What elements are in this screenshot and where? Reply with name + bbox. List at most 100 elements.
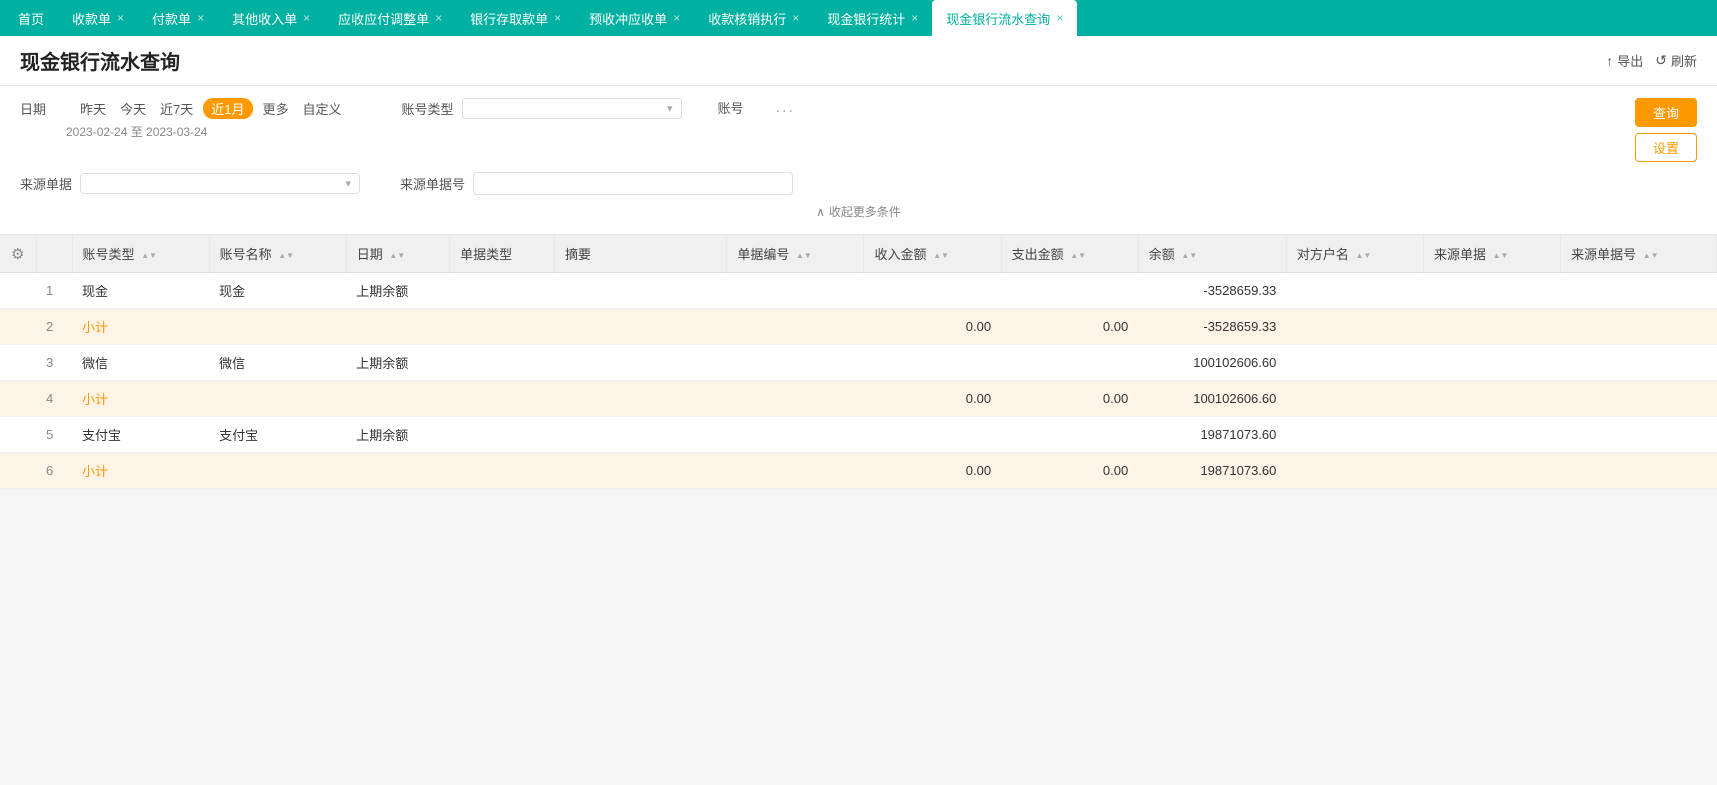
th-account-name: 账号名称 ▲▼ xyxy=(209,235,346,273)
table-cell xyxy=(864,417,1001,453)
collapse-up-icon: ∧ xyxy=(816,205,825,219)
table-cell xyxy=(450,453,555,489)
nav-home[interactable]: 首页 xyxy=(4,0,58,36)
table-cell xyxy=(346,309,449,345)
account-more-icon[interactable]: ... xyxy=(776,99,795,117)
collapse-bar[interactable]: ∧ 收起更多条件 xyxy=(20,199,1697,226)
date-shortcut-more[interactable]: 更多 xyxy=(259,98,293,119)
table-cell xyxy=(450,273,555,309)
table-cell: 2 xyxy=(36,309,72,345)
table-cell xyxy=(450,309,555,345)
date-range-text: 2023-02-24 至 2023-03-24 xyxy=(66,125,207,139)
sort-icon[interactable]: ▲▼ xyxy=(1643,251,1659,260)
date-shortcut-yesterday[interactable]: 昨天 xyxy=(76,98,110,119)
table-cell xyxy=(727,381,864,417)
account-label: 账号 xyxy=(718,98,768,117)
table-cell xyxy=(209,453,346,489)
table-row: 3微信微信上期余额100102606.60 xyxy=(0,345,1717,381)
close-icon[interactable]: × xyxy=(303,11,310,25)
close-icon[interactable]: × xyxy=(197,11,204,25)
table-row: 2小计0.000.00-3528659.33 xyxy=(0,309,1717,345)
sort-icon[interactable]: ▲▼ xyxy=(1356,251,1372,260)
table-cell: 100102606.60 xyxy=(1138,381,1286,417)
table-row: 4小计0.000.00100102606.60 xyxy=(0,381,1717,417)
nav-tab-7[interactable]: 现金银行统计 × xyxy=(813,0,932,36)
th-doc-no: 单据编号 ▲▼ xyxy=(727,235,864,273)
table-cell: 小计 xyxy=(72,453,209,489)
sort-icon[interactable]: ▲▼ xyxy=(796,251,812,260)
settings-button[interactable]: 设置 xyxy=(1635,133,1697,162)
date-shortcut-1month[interactable]: 近1月 xyxy=(203,98,252,119)
close-icon[interactable]: × xyxy=(435,11,442,25)
page-header: 现金银行流水查询 ↑ 导出 ↺ 刷新 xyxy=(0,36,1717,86)
table-cell: 0.00 xyxy=(1001,453,1138,489)
nav-tab-4[interactable]: 银行存取款单 × xyxy=(456,0,575,36)
table-cell xyxy=(450,417,555,453)
table-cell xyxy=(1286,273,1423,309)
date-shortcut-today[interactable]: 今天 xyxy=(116,98,150,119)
table-cell xyxy=(0,453,36,489)
table-cell: 19871073.60 xyxy=(1138,453,1286,489)
table-cell: 上期余额 xyxy=(346,273,449,309)
table-container: ⚙ 账号类型 ▲▼ 账号名称 ▲▼ 日期 ▲▼ 单据类型 摘要 单 xyxy=(0,235,1717,489)
table-cell: 支付宝 xyxy=(72,417,209,453)
table-body: 1现金现金上期余额-3528659.332小计0.000.00-3528659.… xyxy=(0,273,1717,489)
date-shortcut-7days[interactable]: 近7天 xyxy=(156,98,197,119)
close-icon[interactable]: × xyxy=(673,11,680,25)
table-cell: 0.00 xyxy=(1001,309,1138,345)
close-icon[interactable]: × xyxy=(554,11,561,25)
table-cell: 19871073.60 xyxy=(1138,417,1286,453)
table-cell xyxy=(555,417,727,453)
nav-tab-2[interactable]: 其他收入单 × xyxy=(218,0,324,36)
th-doc-type: 单据类型 xyxy=(450,235,555,273)
sort-icon[interactable]: ▲▼ xyxy=(1181,251,1197,260)
table-cell xyxy=(1424,345,1561,381)
table-cell xyxy=(727,453,864,489)
table-cell xyxy=(1286,381,1423,417)
table-cell xyxy=(1424,417,1561,453)
source-doc-no-input[interactable] xyxy=(473,172,793,195)
table-cell xyxy=(450,381,555,417)
nav-tab-6[interactable]: 收款核销执行 × xyxy=(694,0,813,36)
export-button[interactable]: ↑ 导出 xyxy=(1606,51,1643,70)
table-cell xyxy=(1424,381,1561,417)
refresh-button[interactable]: ↺ 刷新 xyxy=(1655,51,1697,70)
table-cell xyxy=(1424,453,1561,489)
sort-icon[interactable]: ▲▼ xyxy=(141,251,157,260)
table-cell: 现金 xyxy=(72,273,209,309)
query-button[interactable]: 查询 xyxy=(1635,98,1697,127)
nav-tab-0[interactable]: 收款单 × xyxy=(58,0,138,36)
table-cell xyxy=(209,381,346,417)
table-cell: 支付宝 xyxy=(209,417,346,453)
sort-icon[interactable]: ▲▼ xyxy=(278,251,294,260)
nav-tab-5[interactable]: 预收冲应收单 × xyxy=(575,0,694,36)
th-expense: 支出金额 ▲▼ xyxy=(1001,235,1138,273)
table-cell: 微信 xyxy=(209,345,346,381)
sort-icon[interactable]: ▲▼ xyxy=(1493,251,1509,260)
date-shortcut-custom[interactable]: 自定义 xyxy=(299,98,346,119)
nav-tab-1[interactable]: 付款单 × xyxy=(138,0,218,36)
table-cell: 小计 xyxy=(72,309,209,345)
table-cell xyxy=(727,345,864,381)
table-cell: 0.00 xyxy=(864,381,1001,417)
th-date: 日期 ▲▼ xyxy=(346,235,449,273)
source-doc-label: 来源单据 xyxy=(20,174,72,193)
nav-tab-8[interactable]: 现金银行流水查询 × xyxy=(932,0,1077,36)
table-cell xyxy=(727,309,864,345)
sort-icon[interactable]: ▲▼ xyxy=(933,251,949,260)
close-icon[interactable]: × xyxy=(911,11,918,25)
nav-tab-3[interactable]: 应收应付调整单 × xyxy=(324,0,456,36)
source-doc-select[interactable]: ▾ xyxy=(80,173,360,194)
sort-icon[interactable]: ▲▼ xyxy=(1070,251,1086,260)
account-type-select[interactable]: ▾ xyxy=(462,98,682,119)
table-cell: 5 xyxy=(36,417,72,453)
close-icon[interactable]: × xyxy=(117,11,124,25)
table-cell xyxy=(346,453,449,489)
gear-icon[interactable]: ⚙ xyxy=(11,246,24,263)
close-icon[interactable]: × xyxy=(792,11,799,25)
table-cell xyxy=(1001,273,1138,309)
table-cell xyxy=(1286,453,1423,489)
sort-icon[interactable]: ▲▼ xyxy=(389,251,405,260)
export-icon: ↑ xyxy=(1606,53,1613,69)
close-icon[interactable]: × xyxy=(1056,11,1063,25)
